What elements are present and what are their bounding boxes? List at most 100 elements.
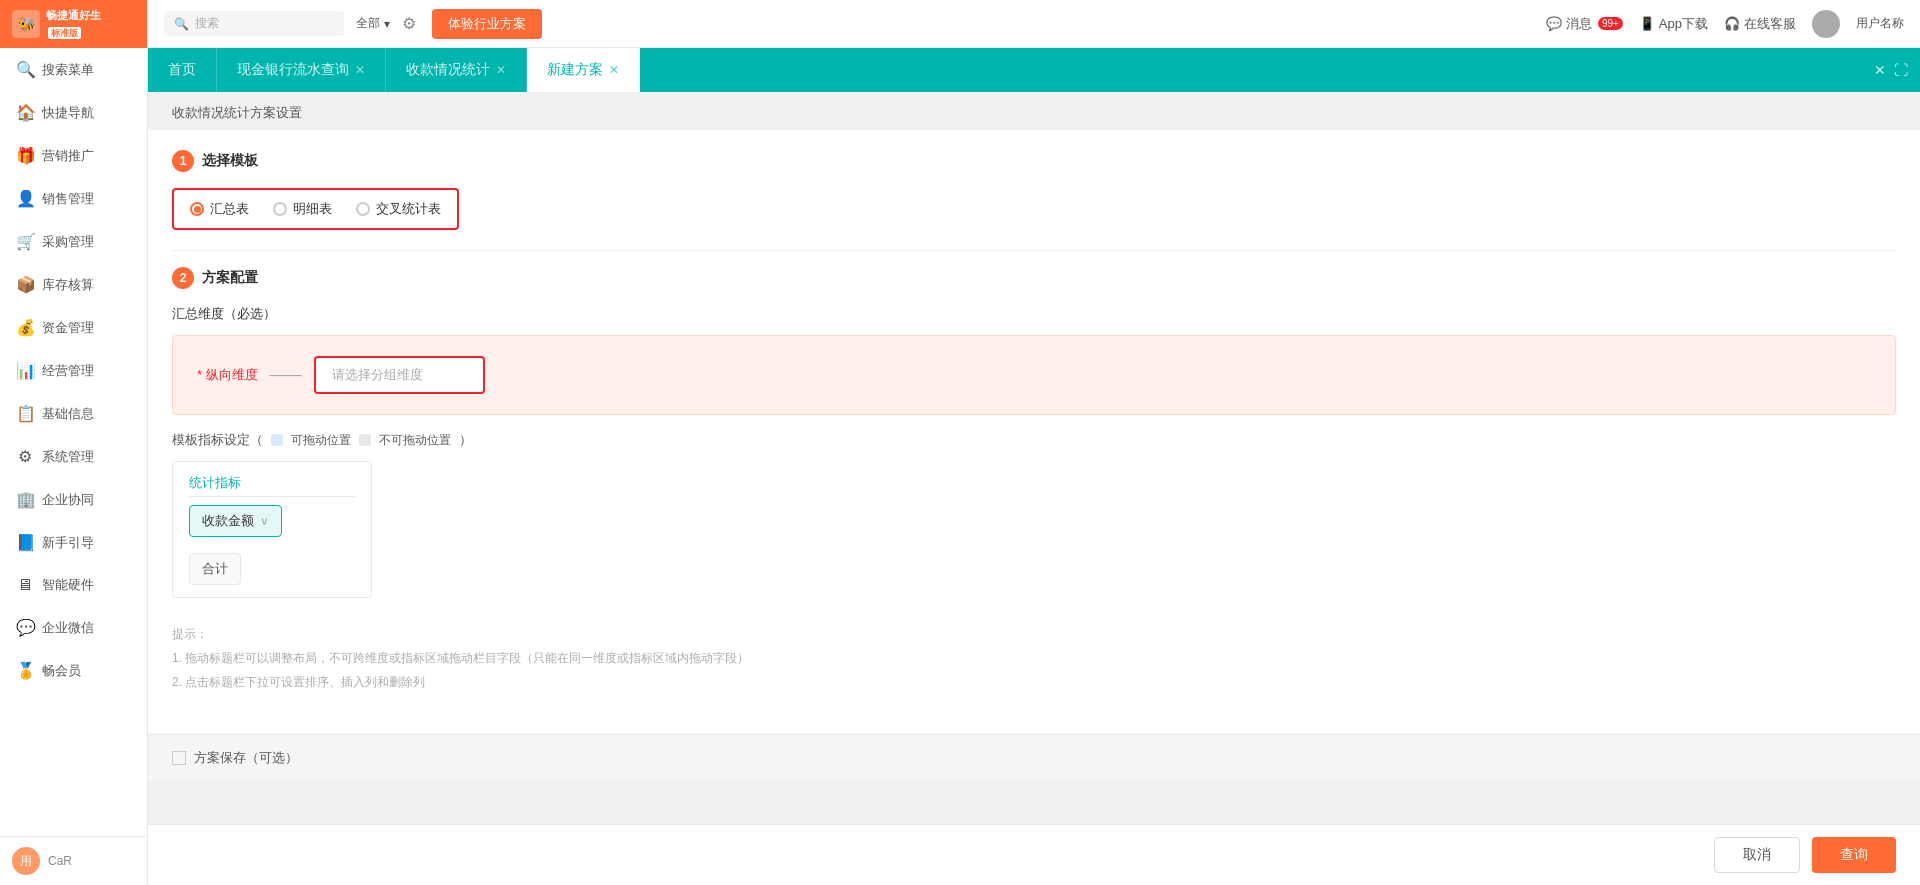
logo-icon: 🐝 <box>12 10 40 38</box>
vertical-dimension-label: * 纵向维度 <box>197 366 258 384</box>
draggable-hint-label: 可拖动位置 <box>291 432 351 449</box>
save-checkbox[interactable] <box>172 751 186 765</box>
message-button[interactable]: 💬 消息 99+ <box>1546 15 1623 33</box>
metrics-section: 模板指标设定（ 可拖动位置 不可拖动位置 ） 统计指标 收款金额 ∨ <box>172 431 1896 598</box>
sidebar-item-inventory[interactable]: 📦 库存核算 <box>0 263 147 306</box>
industry-solution-button[interactable]: 体验行业方案 <box>432 9 542 39</box>
sidebar-item-operations[interactable]: 📊 经营管理 <box>0 349 147 392</box>
save-section: 方案保存（可选） <box>148 734 1920 781</box>
sidebar-item-member[interactable]: 🏅 畅会员 <box>0 649 147 692</box>
topbar-dropdown[interactable]: 全部 ▾ <box>356 15 390 32</box>
online-service-button[interactable]: 🎧 在线客服 <box>1724 15 1796 33</box>
search-icon: 🔍 <box>174 17 189 31</box>
topbar: 🔍 搜索 全部 ▾ ⚙ 体验行业方案 💬 消息 99+ 📱 App下载 🎧 在线… <box>148 0 1920 48</box>
maximize-button[interactable]: ⛶ <box>1894 62 1908 78</box>
tab-new-plan[interactable]: 新建方案 ✕ <box>527 48 640 92</box>
close-window-button[interactable]: ✕ <box>1874 62 1886 78</box>
step2-header: 2 方案配置 <box>172 267 1896 289</box>
service-icon: 🎧 <box>1724 16 1740 31</box>
system-icon: ⚙ <box>16 447 34 466</box>
sidebar-item-hardware[interactable]: 🖥 智能硬件 <box>0 564 147 606</box>
message-badge: 99+ <box>1598 17 1623 30</box>
cancel-button[interactable]: 取消 <box>1714 837 1800 873</box>
nondraggable-hint-label: 不可拖动位置 <box>379 432 451 449</box>
dropdown-chevron-icon: ∨ <box>260 514 269 528</box>
topbar-gear-icon[interactable]: ⚙ <box>402 14 416 33</box>
step1-title: 选择模板 <box>202 152 258 170</box>
draggable-indicator <box>271 434 283 446</box>
sidebar-item-basic-info[interactable]: 📋 基础信息 <box>0 392 147 435</box>
dimension-row: * 纵向维度 —— 请选择分组维度 <box>197 356 1871 394</box>
topbar-search-box[interactable]: 🔍 搜索 <box>164 11 344 36</box>
message-label: 消息 <box>1566 15 1592 33</box>
topbar-avatar <box>1812 10 1840 38</box>
tab-home[interactable]: 首页 <box>148 48 217 92</box>
step1-badge: 1 <box>172 150 194 172</box>
topbar-username: 用户名称 <box>1856 15 1904 32</box>
sidebar-item-purchase[interactable]: 🛒 采购管理 <box>0 220 147 263</box>
stats-tag-label: 收款金额 <box>202 512 254 530</box>
page-header: 收款情况统计方案设置 <box>148 92 1920 130</box>
radio-summary[interactable]: 汇总表 <box>190 200 249 218</box>
guide-icon: 📘 <box>16 533 34 552</box>
radio-circle-cross <box>356 202 370 216</box>
service-label: 在线客服 <box>1744 15 1796 33</box>
metrics-closing: ） <box>459 431 472 449</box>
sidebar-item-sales[interactable]: 👤 销售管理 <box>0 177 147 220</box>
query-button[interactable]: 查询 <box>1812 837 1896 873</box>
download-icon: 📱 <box>1639 16 1655 31</box>
sales-icon: 👤 <box>16 189 34 208</box>
search-menu-icon: 🔍 <box>16 60 34 79</box>
arrow-icon: —— <box>270 366 302 384</box>
nondraggable-indicator <box>359 434 371 446</box>
sidebar-item-search-menu[interactable]: 🔍 搜索菜单 <box>0 48 147 91</box>
sidebar-logo: 🐝 畅捷通好生 标准版 <box>0 0 147 48</box>
app-download-button[interactable]: 📱 App下载 <box>1639 15 1708 33</box>
sidebar-item-guide[interactable]: 📘 新手引导 <box>0 521 147 564</box>
sidebar-item-quick-nav[interactable]: 🏠 快捷导航 <box>0 91 147 134</box>
save-label: 方案保存（可选） <box>194 749 298 767</box>
metrics-hints: 模板指标设定（ 可拖动位置 不可拖动位置 ） <box>172 431 1896 449</box>
basic-info-icon: 📋 <box>16 404 34 423</box>
sidebar-item-enterprise[interactable]: 🏢 企业协同 <box>0 478 147 521</box>
sidebar-username: CaR <box>48 854 72 868</box>
main-area: 🔍 搜索 全部 ▾ ⚙ 体验行业方案 💬 消息 99+ 📱 App下载 🎧 在线… <box>148 0 1920 885</box>
radio-circle-summary <box>190 202 204 216</box>
tab-close-collection-stats[interactable]: ✕ <box>496 63 506 77</box>
radio-detail[interactable]: 明细表 <box>273 200 332 218</box>
search-placeholder: 搜索 <box>195 15 219 32</box>
dropdown-label: 全部 <box>356 15 380 32</box>
tab-close-bank-flow[interactable]: ✕ <box>355 63 365 77</box>
sidebar-item-system[interactable]: ⚙ 系统管理 <box>0 435 147 478</box>
tab-bank-flow[interactable]: 现金银行流水查询 ✕ <box>217 48 386 92</box>
content-area: 收款情况统计方案设置 1 选择模板 汇总表 明细表 <box>148 92 1920 824</box>
step1-section: 1 选择模板 汇总表 明细表 交叉统计表 <box>172 150 1896 230</box>
sidebar-bottom: 用 CaR <box>0 836 147 885</box>
download-label: App下载 <box>1659 15 1708 33</box>
tips-title: 提示： <box>172 627 208 641</box>
tabbar: 首页 现金银行流水查询 ✕ 收款情况统计 ✕ 新建方案 ✕ ✕ ⛶ <box>148 48 1920 92</box>
summary-dimension-label: 汇总维度（必选） <box>172 305 1896 323</box>
tips-section: 提示： 1. 拖动标题栏可以调整布局，不可跨维度或指标区域拖动栏目字段（只能在同… <box>172 622 1896 694</box>
radio-circle-detail <box>273 202 287 216</box>
radio-cross[interactable]: 交叉统计表 <box>356 200 441 218</box>
sidebar-avatar: 用 <box>12 847 40 875</box>
tip2-text: 2. 点击标题栏下拉可设置排序、插入列和删除列 <box>172 670 1896 694</box>
stats-total: 合计 <box>189 553 241 585</box>
step2-badge: 2 <box>172 267 194 289</box>
dimension-selector[interactable]: 请选择分组维度 <box>314 356 485 394</box>
stats-tag[interactable]: 收款金额 ∨ <box>189 505 282 537</box>
member-icon: 🏅 <box>16 661 34 680</box>
sidebar-item-finance[interactable]: 💰 资金管理 <box>0 306 147 349</box>
step2-section: 2 方案配置 汇总维度（必选） * 纵向维度 —— 请选择分组维度 模板指标设定… <box>172 267 1896 694</box>
sidebar-item-wechat[interactable]: 💬 企业微信 <box>0 606 147 649</box>
main-card: 1 选择模板 汇总表 明细表 交叉统计表 <box>148 130 1920 734</box>
footer-bar: 取消 查询 <box>148 824 1920 885</box>
message-icon: 💬 <box>1546 16 1562 31</box>
tab-collection-stats[interactable]: 收款情况统计 ✕ <box>386 48 527 92</box>
marketing-icon: 🎁 <box>16 146 34 165</box>
tab-close-new-plan[interactable]: ✕ <box>609 63 619 77</box>
topbar-right: 💬 消息 99+ 📱 App下载 🎧 在线客服 用户名称 <box>1546 10 1904 38</box>
sidebar-item-marketing[interactable]: 🎁 营销推广 <box>0 134 147 177</box>
operations-icon: 📊 <box>16 361 34 380</box>
